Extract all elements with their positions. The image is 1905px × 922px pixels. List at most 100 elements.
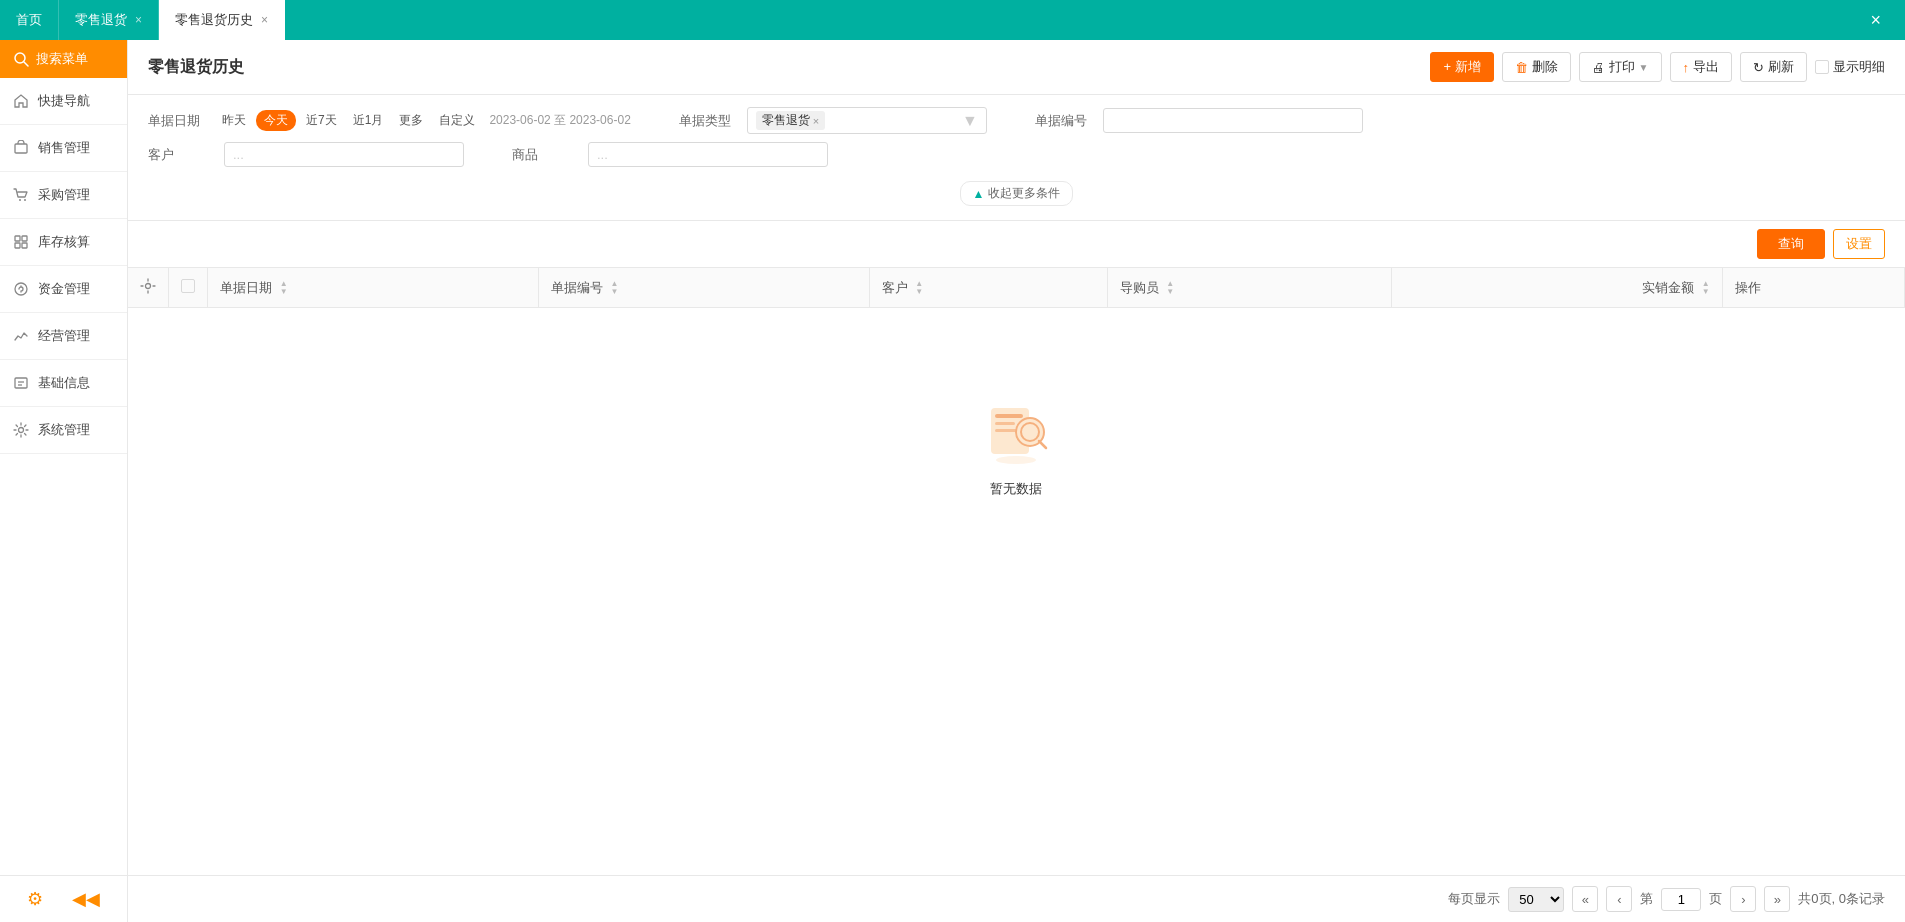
sidebar-item-sales[interactable]: 销售管理 (0, 125, 127, 172)
new-button[interactable]: + 新增 (1430, 52, 1493, 82)
settings-button-label: 设置 (1846, 235, 1872, 253)
print-button[interactable]: 🖨 打印 ▼ (1579, 52, 1662, 82)
sidebar-item-inventory[interactable]: 库存核算 (0, 219, 127, 266)
tab-home[interactable]: 首页 (0, 0, 59, 40)
th-guide-label: 导购员 (1120, 280, 1159, 295)
sidebar-item-purchase-label: 采购管理 (38, 186, 90, 204)
date-opt-yesterday[interactable]: 昨天 (216, 110, 252, 131)
date-opt-7days[interactable]: 近7天 (300, 110, 343, 131)
page-header: 零售退货历史 + 新增 🗑 删除 🖨 打印 ▼ ↑ 导出 (128, 40, 1905, 95)
th-amount[interactable]: 实销金额 ▲▼ (1391, 268, 1722, 308)
svg-point-13 (19, 428, 24, 433)
main-layout: 搜索菜单 快捷导航 销售管理 采购管理 库存核算 (0, 40, 1905, 922)
empty-state: 暂无数据 (128, 308, 1905, 578)
svg-line-1 (24, 62, 28, 66)
svg-rect-7 (15, 243, 20, 248)
date-options: 昨天 今天 近7天 近1月 更多 自定义 2023-06-02 至 2023-0… (216, 110, 631, 131)
sidebar-item-purchase[interactable]: 采购管理 (0, 172, 127, 219)
svg-rect-8 (22, 243, 27, 248)
date-filter-label: 单据日期 (148, 112, 200, 130)
svg-line-22 (1039, 441, 1046, 448)
goods-dots: ... (597, 147, 819, 162)
sidebar-item-info[interactable]: 基础信息 (0, 360, 127, 407)
inventory-icon (12, 233, 30, 251)
sidebar-item-system-label: 系统管理 (38, 421, 90, 439)
page-last-btn[interactable]: » (1764, 886, 1790, 912)
sidebar-item-info-label: 基础信息 (38, 374, 90, 392)
purchase-icon (12, 186, 30, 204)
th-checkbox[interactable] (169, 268, 208, 308)
new-button-label: + 新增 (1443, 58, 1480, 76)
sidebar-item-finance-label: 资金管理 (38, 280, 90, 298)
type-tag-value: 零售退货 (762, 112, 810, 129)
svg-rect-6 (22, 236, 27, 241)
search-icon (12, 50, 30, 68)
th-guide[interactable]: 导购员 ▲▼ (1107, 268, 1391, 308)
filter-row-2: 客户 ... 商品 ... (148, 142, 1885, 167)
collapse-button[interactable]: ▲ 收起更多条件 (960, 181, 1074, 206)
sidebar-item-business[interactable]: 经营管理 (0, 313, 127, 360)
refresh-button[interactable]: ↻ 刷新 (1740, 52, 1807, 82)
page-prev-btn[interactable]: ‹ (1606, 886, 1632, 912)
page-next-btn[interactable]: › (1730, 886, 1756, 912)
export-button[interactable]: ↑ 导出 (1670, 52, 1733, 82)
customer-filter-select[interactable]: ... (224, 142, 464, 167)
th-date-sort: ▲▼ (280, 280, 288, 296)
type-tag-close[interactable]: × (813, 115, 819, 127)
query-button[interactable]: 查询 (1757, 229, 1825, 259)
page-title: 零售退货历史 (148, 57, 244, 78)
topbar-right: × (1846, 10, 1905, 31)
date-opt-custom[interactable]: 自定义 (433, 110, 481, 131)
table-header: 单据日期 ▲▼ 单据编号 ▲▼ 客户 ▲▼ 导购员 (128, 268, 1905, 308)
svg-rect-18 (995, 422, 1015, 425)
date-opt-today[interactable]: 今天 (256, 110, 296, 131)
delete-button[interactable]: 🗑 删除 (1502, 52, 1571, 82)
th-settings[interactable] (128, 268, 169, 308)
tab-retail-return-close[interactable]: × (135, 13, 142, 27)
table-body: 暂无数据 (128, 308, 1905, 579)
select-all-checkbox[interactable] (181, 279, 195, 293)
info-icon (12, 374, 30, 392)
th-date-label: 单据日期 (220, 280, 272, 295)
display-detail-checkbox[interactable]: 显示明细 (1815, 58, 1885, 76)
sidebar-item-shortcut[interactable]: 快捷导航 (0, 78, 127, 125)
display-detail-check[interactable] (1815, 60, 1829, 74)
svg-point-15 (996, 456, 1036, 464)
per-page-select[interactable]: 10 20 50 100 (1508, 887, 1564, 912)
goods-filter-select[interactable]: ... (588, 142, 828, 167)
th-customer[interactable]: 客户 ▲▼ (869, 268, 1107, 308)
th-amount-sort: ▲▼ (1702, 280, 1710, 296)
page-first-btn[interactable]: « (1572, 886, 1598, 912)
top-bar: 首页 零售退货 × 零售退货历史 × × (0, 0, 1905, 40)
th-voucher-no-label: 单据编号 (551, 280, 603, 295)
date-opt-1month[interactable]: 近1月 (347, 110, 390, 131)
th-voucher-no[interactable]: 单据编号 ▲▼ (538, 268, 869, 308)
th-date[interactable]: 单据日期 ▲▼ (208, 268, 539, 308)
tab-retail-return-history[interactable]: 零售退货历史 × (159, 0, 285, 40)
home-icon (12, 92, 30, 110)
pagination-bar: 每页显示 10 20 50 100 « ‹ 第 1 页 › » 共0页, 0条记… (128, 875, 1905, 922)
date-opt-more[interactable]: 更多 (393, 110, 429, 131)
tab-retail-return-history-close[interactable]: × (261, 13, 268, 27)
filter-row-1: 单据日期 昨天 今天 近7天 近1月 更多 自定义 2023-06-02 至 2… (148, 107, 1885, 134)
collapse-row: ▲ 收起更多条件 (148, 175, 1885, 208)
sidebar-item-shortcut-label: 快捷导航 (38, 92, 90, 110)
type-filter-select[interactable]: 零售退货 × ▼ (747, 107, 987, 134)
settings-bottom-icon[interactable]: ⚙ (27, 888, 43, 910)
sidebar-search[interactable]: 搜索菜单 (0, 40, 127, 78)
sidebar-bottom: ⚙ ◀◀ (0, 875, 127, 922)
volume-bottom-icon[interactable]: ◀◀ (72, 888, 100, 910)
sales-icon (12, 139, 30, 157)
empty-state-cell: 暂无数据 (128, 308, 1905, 579)
tab-retail-return-label: 零售退货 (75, 11, 127, 29)
settings-button[interactable]: 设置 (1833, 229, 1885, 259)
tab-retail-return[interactable]: 零售退货 × (59, 0, 159, 40)
th-customer-sort: ▲▼ (915, 280, 923, 296)
sidebar-item-system[interactable]: 系统管理 (0, 407, 127, 454)
page-input[interactable]: 1 (1661, 888, 1701, 911)
voucher-filter-input[interactable] (1103, 108, 1363, 133)
export-button-label: 导出 (1693, 58, 1719, 76)
sidebar-item-finance[interactable]: 资金管理 (0, 266, 127, 313)
empty-icon (976, 388, 1056, 468)
window-close-button[interactable]: × (1862, 10, 1889, 31)
